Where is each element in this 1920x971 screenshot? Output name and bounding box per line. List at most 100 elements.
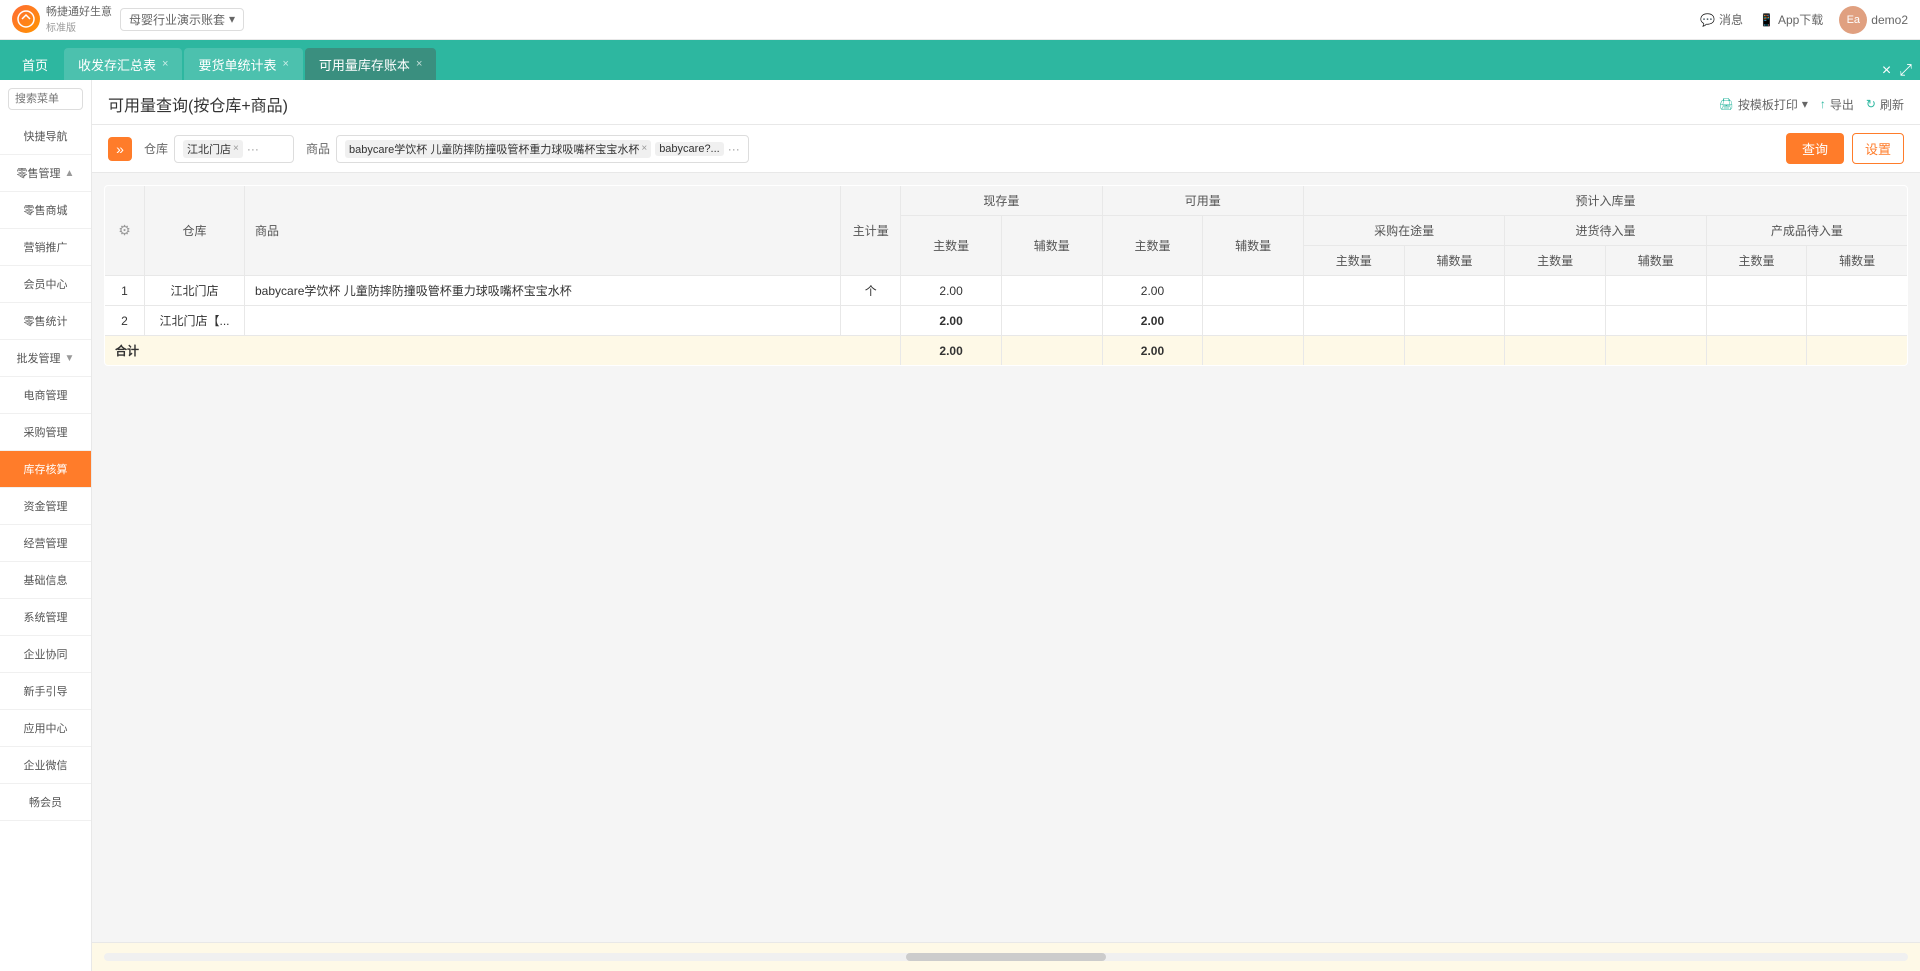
th-current-aux: 辅数量: [1001, 216, 1102, 276]
filter-toggle-button[interactable]: »: [108, 137, 132, 161]
tab-home-label: 首页: [22, 55, 48, 74]
table-row: 2 江北门店【... 2.00 2.00: [105, 306, 1908, 336]
top-bar-left: 畅捷通好生意 标准版 母婴行业演示账套 ▾: [12, 5, 244, 34]
sidebar-item-inventory[interactable]: 库存核算: [0, 451, 91, 488]
top-bar: 畅捷通好生意 标准版 母婴行业演示账套 ▾ 💬 消息 📱 App下载 Ea de…: [0, 0, 1920, 40]
cell-available-aux-1: [1203, 276, 1304, 306]
th-available-aux: 辅数量: [1203, 216, 1304, 276]
cell-product-aux-1: [1807, 276, 1908, 306]
sidebar-item-marketing[interactable]: 营销推广: [0, 229, 91, 266]
product-label: 商品: [306, 140, 330, 157]
sidebar-item-vip[interactable]: 畅会员: [0, 784, 91, 821]
total-row: 合计 2.00 2.00: [105, 336, 1908, 366]
sidebar-item-quick-nav[interactable]: 快捷导航: [0, 118, 91, 155]
product-input[interactable]: babycare学饮杯 儿童防摔防撞吸管杯重力球吸嘴杯宝宝水杯 × babyca…: [336, 135, 749, 163]
sidebar-item-basic[interactable]: 基础信息: [0, 562, 91, 599]
cell-current-aux-1: [1001, 276, 1102, 306]
page-header: 可用量查询(按仓库+商品) 🖨 按模板打印 ▾ ↑ 导出 ↻ 刷新: [92, 80, 1920, 125]
logo-sub: 标准版: [46, 19, 112, 34]
warehouse-ellipsis: ···: [247, 142, 259, 156]
cell-inbound-aux-2: [1605, 306, 1706, 336]
search-input[interactable]: [8, 88, 83, 110]
scrollbar-thumb: [906, 953, 1106, 961]
logo-text: 畅捷通好生意: [46, 5, 112, 19]
query-button[interactable]: 查询: [1786, 133, 1844, 164]
sidebar-item-newbie[interactable]: 新手引导: [0, 673, 91, 710]
sidebar-item-ecommerce[interactable]: 电商管理: [0, 377, 91, 414]
gear-icon[interactable]: ⚙: [118, 222, 131, 238]
sidebar-item-wholesale[interactable]: 批发管理 ▼: [0, 340, 91, 377]
chevron-icon-2: ▼: [65, 353, 75, 364]
system-label: 系统管理: [24, 609, 68, 625]
export-label: 导出: [1830, 96, 1854, 113]
cell-purchase-aux-1: [1404, 276, 1505, 306]
template-select[interactable]: 母婴行业演示账套 ▾: [120, 8, 244, 31]
sidebar-item-zero-sales[interactable]: 零售管理 ▲: [0, 155, 91, 192]
cell-current-main-1: 2.00: [901, 276, 1002, 306]
sidebar-item-zero-mall[interactable]: 零售商城: [0, 192, 91, 229]
sidebar-item-enterprise[interactable]: 企业协同: [0, 636, 91, 673]
cell-no-2: 2: [105, 306, 145, 336]
print-button[interactable]: 🖨 按模板打印 ▾: [1719, 96, 1808, 113]
total-product-aux: [1807, 336, 1908, 366]
message-button[interactable]: 💬 消息: [1700, 11, 1743, 28]
sidebar-item-purchase[interactable]: 采购管理: [0, 414, 91, 451]
total-purchase-aux: [1404, 336, 1505, 366]
nav-tabs: 首页 收发存汇总表 × 要货单统计表 × 可用量库存账本 × × ⤢: [0, 40, 1920, 80]
download-button[interactable]: 📱 App下载: [1759, 11, 1823, 28]
th-planned-inbound: 预计入库量: [1303, 186, 1907, 216]
th-product-aux: 辅数量: [1807, 246, 1908, 276]
col-gear[interactable]: ⚙: [105, 186, 145, 276]
purchase-label: 采购管理: [24, 424, 68, 440]
chevron-icon: ▲: [65, 168, 75, 179]
tab-home[interactable]: 首页: [8, 48, 62, 80]
warehouse-label: 仓库: [144, 140, 168, 157]
cell-warehouse-2: 江北门店【...: [145, 306, 245, 336]
basic-label: 基础信息: [24, 572, 68, 588]
sidebar-item-wechat[interactable]: 企业微信: [0, 747, 91, 784]
toggle-icon: »: [116, 141, 124, 157]
cell-product-main-2: [1706, 306, 1807, 336]
product-tag-delete[interactable]: ×: [641, 143, 647, 154]
th-product: 商品: [245, 186, 841, 276]
export-button[interactable]: ↑ 导出: [1820, 96, 1854, 113]
filter-actions: 查询 设置: [1786, 133, 1904, 164]
tab-receive-summary-close[interactable]: ×: [162, 58, 168, 70]
tab-order-stat-close[interactable]: ×: [282, 58, 288, 70]
sidebar-item-member[interactable]: 会员中心: [0, 266, 91, 303]
setting-button[interactable]: 设置: [1852, 133, 1904, 164]
refresh-button[interactable]: ↻ 刷新: [1866, 96, 1904, 113]
horizontal-scrollbar[interactable]: [104, 953, 1908, 961]
th-purchase-transit: 采购在途量: [1303, 216, 1504, 246]
enterprise-label: 企业协同: [24, 646, 68, 662]
nav-close-all[interactable]: × ⤢: [1882, 62, 1912, 80]
user-profile[interactable]: Ea demo2: [1839, 6, 1908, 34]
total-current-main: 2.00: [901, 336, 1002, 366]
cell-purchase-main-2: [1303, 306, 1404, 336]
inventory-label: 库存核算: [24, 461, 68, 477]
cell-inbound-main-2: [1505, 306, 1606, 336]
sidebar-item-system[interactable]: 系统管理: [0, 599, 91, 636]
warehouse-tag-delete[interactable]: ×: [233, 143, 239, 154]
tab-receive-summary-label: 收发存汇总表: [78, 55, 156, 74]
tab-available-ledger[interactable]: 可用量库存账本 ×: [305, 48, 436, 80]
member-label: 会员中心: [24, 276, 68, 292]
total-current-aux: [1001, 336, 1102, 366]
tab-available-ledger-close[interactable]: ×: [416, 58, 422, 70]
cell-available-aux-2: [1203, 306, 1304, 336]
tab-order-stat[interactable]: 要货单统计表 ×: [184, 48, 302, 80]
logo-text-block: 畅捷通好生意 标准版: [46, 5, 112, 34]
tab-receive-summary[interactable]: 收发存汇总表 ×: [64, 48, 182, 80]
warehouse-input[interactable]: 江北门店 × ···: [174, 135, 294, 163]
cell-no-1: 1: [105, 276, 145, 306]
sidebar-item-appstore[interactable]: 应用中心: [0, 710, 91, 747]
vip-label: 畅会员: [29, 794, 62, 810]
data-table: ⚙ 仓库 商品 主计量 现存量: [104, 185, 1908, 366]
product-tag2: babycare?...: [655, 142, 724, 156]
cell-available-main-1: 2.00: [1102, 276, 1203, 306]
sidebar-item-zero-stat[interactable]: 零售统计: [0, 303, 91, 340]
sidebar-item-finance[interactable]: 资金管理: [0, 488, 91, 525]
sidebar-item-operation[interactable]: 经营管理: [0, 525, 91, 562]
th-warehouse: 仓库: [145, 186, 245, 276]
th-purchase-main: 主数量: [1303, 246, 1404, 276]
